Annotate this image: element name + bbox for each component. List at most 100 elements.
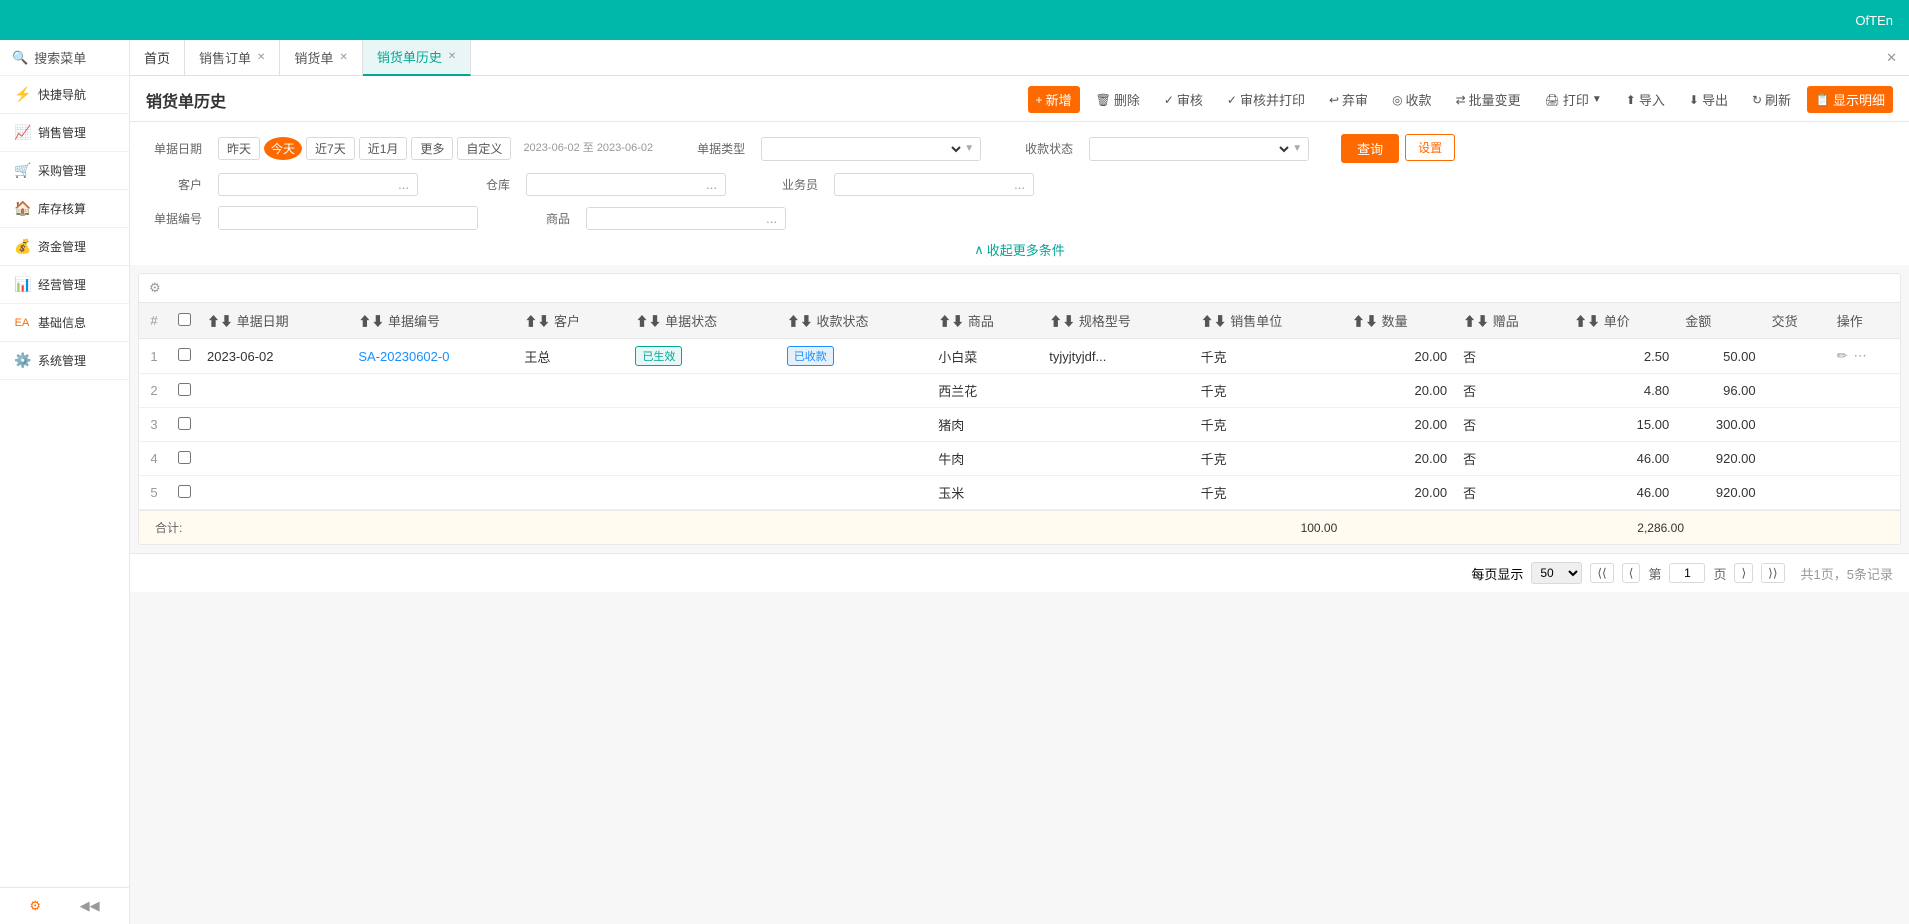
tab-sales-order[interactable]: 销售订单 ✕ (185, 40, 280, 76)
abandon-button[interactable]: ↩ 弃审 (1321, 86, 1376, 113)
delete-button[interactable]: 🗑 删除 (1088, 86, 1148, 113)
salesperson-input[interactable] (843, 178, 1010, 192)
row-amount: 920.00 (1677, 442, 1763, 476)
row-payment-status (779, 408, 930, 442)
system-icon: ⚙️ (14, 352, 30, 369)
tab-sales-history[interactable]: 销货单历史 ✕ (363, 40, 471, 76)
warehouse-picker-icon[interactable]: ... (706, 177, 717, 192)
row-checkbox[interactable] (178, 485, 191, 498)
col-num: # (139, 303, 169, 339)
sidebar-item-inventory[interactable]: 🏠 库存核算 (0, 190, 129, 228)
next-page-button[interactable]: ⟩ (1734, 563, 1753, 583)
sidebar-item-purchase-mgmt[interactable]: 🛒 采购管理 (0, 152, 129, 190)
tab-sales-delivery[interactable]: 销货单 ✕ (280, 40, 362, 76)
date-btn-7days[interactable]: 近7天 (306, 137, 355, 160)
plus-icon: + (1036, 93, 1043, 107)
edit-icon[interactable]: ✏ (1837, 348, 1848, 364)
sidebar-item-operations[interactable]: 📊 经营管理 (0, 266, 129, 304)
doc-type-select[interactable] (768, 141, 964, 157)
row-transaction (1764, 476, 1829, 510)
audit-button[interactable]: ✓ 审核 (1156, 86, 1211, 113)
more-icon[interactable]: ⋯ (1854, 348, 1867, 364)
close-tab-sales-delivery[interactable]: ✕ (339, 52, 347, 63)
doc-number-input[interactable] (218, 206, 478, 230)
date-filter-group: 昨天 今天 近7天 近1月 更多 自定义 2023-06-02 至 2023-0… (218, 137, 653, 160)
new-button[interactable]: + 新增 (1028, 86, 1080, 113)
refresh-button[interactable]: ↻ 刷新 (1744, 86, 1799, 113)
doc-no-link[interactable]: SA-20230602-0 (358, 349, 449, 364)
settings-bottom-icon[interactable]: ⚙ (29, 898, 41, 914)
show-detail-button[interactable]: 📋 显示明细 (1807, 86, 1893, 113)
table-footer: 合计: 100.00 2,286.00 (139, 510, 1900, 544)
customer-picker-icon[interactable]: ... (398, 177, 409, 192)
row-gift: 否 (1455, 408, 1566, 442)
batch-change-button[interactable]: ⇄ 批量变更 (1448, 86, 1529, 113)
row-checkbox[interactable] (178, 348, 191, 361)
row-doc-status (627, 476, 778, 510)
salesperson-picker-icon[interactable]: ... (1014, 177, 1025, 192)
sidebar-item-sales-mgmt[interactable]: 📈 销售管理 (0, 114, 129, 152)
filter-row-2: 客户 ... 仓库 ... 业务员 ... (146, 173, 1893, 196)
date-btn-custom[interactable]: 自定义 (457, 137, 511, 160)
last-page-button[interactable]: ⟩⟩ (1761, 563, 1784, 583)
row-goods: 西兰花 (930, 374, 1041, 408)
tab-home[interactable]: 首页 (130, 40, 185, 76)
doc-type-select-wrapper: ▼ (761, 137, 981, 161)
row-checkbox[interactable] (178, 417, 191, 430)
dropdown-arrow-icon: ▼ (1592, 94, 1602, 105)
close-tab-sales-order[interactable]: ✕ (257, 52, 265, 63)
query-button[interactable]: 查询 (1341, 134, 1399, 163)
select-all-checkbox[interactable] (178, 313, 191, 326)
row-goods: 玉米 (930, 476, 1041, 510)
sidebar-item-system[interactable]: ⚙️ 系统管理 (0, 342, 129, 380)
sidebar-item-label: 资金管理 (38, 238, 86, 255)
warehouse-input[interactable] (535, 178, 702, 192)
current-page-input[interactable] (1669, 563, 1705, 583)
collect-button[interactable]: ◎ 收款 (1384, 86, 1440, 113)
customer-filter-label: 客户 (146, 176, 202, 193)
close-tab-sales-history[interactable]: ✕ (448, 51, 456, 62)
goods-picker-icon[interactable]: ... (766, 211, 777, 226)
sidebar-item-label: 基础信息 (38, 314, 86, 331)
print-button[interactable]: 🖨 打印 ▼ (1537, 86, 1610, 113)
date-btn-today[interactable]: 今天 (264, 137, 302, 160)
col-checkbox (169, 303, 199, 339)
show-detail-icon: 📋 (1815, 93, 1830, 107)
audit-icon: ✓ (1164, 93, 1174, 107)
row-amount: 300.00 (1677, 408, 1763, 442)
prev-page-button[interactable]: ⟨ (1622, 563, 1641, 583)
collapse-sidebar-icon[interactable]: ◀◀ (80, 898, 100, 914)
settings-button[interactable]: 设置 (1405, 134, 1455, 161)
collapse-filter-button[interactable]: ∧ 收起更多条件 (974, 240, 1065, 259)
row-checkbox[interactable] (178, 383, 191, 396)
row-customer (516, 408, 627, 442)
customer-input[interactable] (227, 178, 394, 192)
delete-icon: 🗑 (1096, 93, 1111, 107)
audit-print-button[interactable]: ✓ 审核并打印 (1219, 86, 1313, 113)
operations-icon: 📊 (14, 276, 30, 293)
col-doc-status: ⬆⬇ 单据状态 (627, 303, 778, 339)
first-page-button[interactable]: ⟨⟨ (1590, 563, 1613, 583)
search-menu-item[interactable]: 🔍 搜索菜单 (0, 40, 129, 76)
print-icon: 🖨 (1545, 93, 1560, 107)
sidebar-item-finance[interactable]: 💰 资金管理 (0, 228, 129, 266)
date-btn-more[interactable]: 更多 (411, 137, 453, 160)
row-date: 2023-06-02 (199, 339, 350, 374)
table-settings-icon[interactable]: ⚙ (149, 280, 161, 296)
row-doc-no (350, 476, 516, 510)
import-button[interactable]: ⬆ 导入 (1618, 86, 1673, 113)
payment-status-select[interactable] (1096, 141, 1292, 157)
date-btn-yesterday[interactable]: 昨天 (218, 137, 260, 160)
sidebar-item-quick-nav[interactable]: ⚡ 快捷导航 (0, 76, 129, 114)
row-goods: 小白菜 (930, 339, 1041, 374)
sidebar-item-basic-info[interactable]: EA 基础信息 (0, 304, 129, 342)
date-btn-1month[interactable]: 近1月 (359, 137, 408, 160)
close-all-tabs[interactable]: ✕ (1874, 50, 1909, 66)
doc-status-badge: 已生效 (635, 346, 682, 366)
goods-input[interactable] (595, 211, 762, 225)
row-spec: tyjyjtyjdf... (1041, 339, 1192, 374)
row-checkbox[interactable] (178, 451, 191, 464)
row-doc-no (350, 408, 516, 442)
export-button[interactable]: ⬇ 导出 (1681, 86, 1736, 113)
page-size-select[interactable]: 50 100 (1531, 562, 1582, 584)
